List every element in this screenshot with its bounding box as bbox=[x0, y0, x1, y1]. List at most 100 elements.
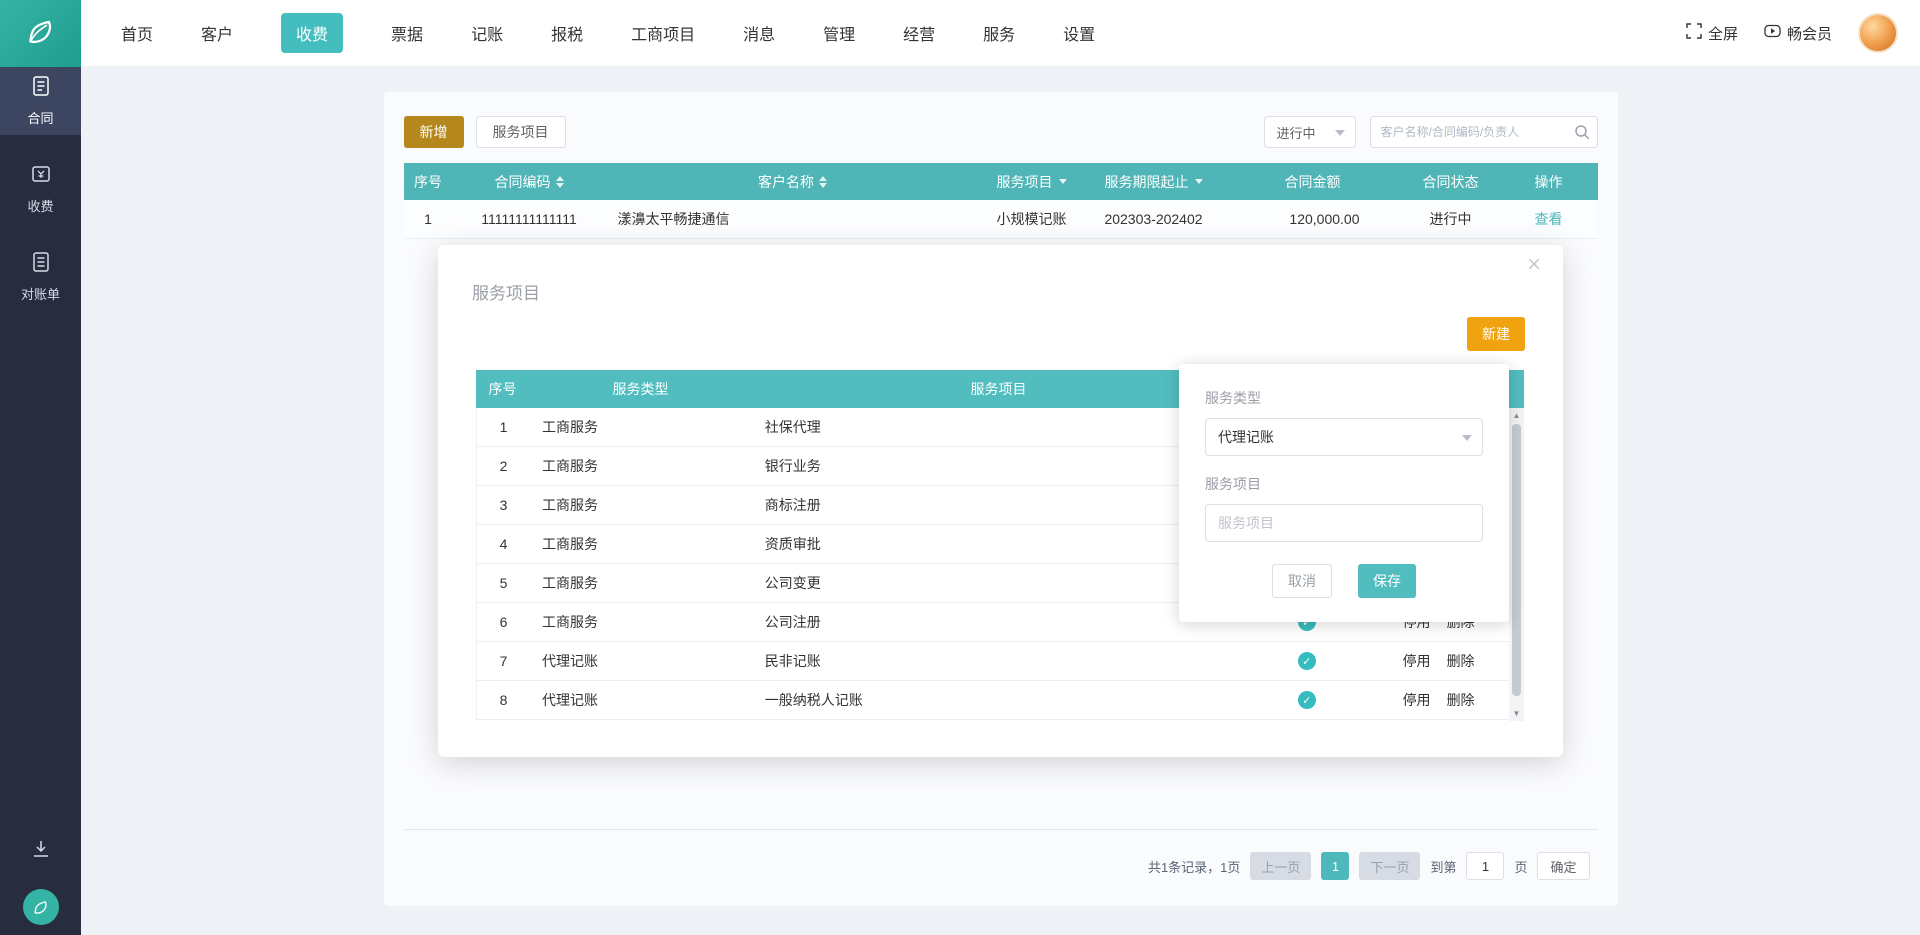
sort-icon[interactable] bbox=[819, 175, 827, 188]
cell-item: 资质审批 bbox=[764, 536, 821, 552]
cell-type: 工商服务 bbox=[541, 419, 598, 435]
delete-link[interactable]: 删除 bbox=[1447, 651, 1475, 671]
filter-caret-icon[interactable] bbox=[1058, 179, 1067, 184]
toolbar-right: 进行中 bbox=[1263, 116, 1598, 148]
nav-item-home[interactable]: 首页 bbox=[121, 21, 153, 45]
contracts-table: 序号 合同编码 客户名称 服务项目 服务期限起止 合同金额 合同状态 操作 1 … bbox=[403, 163, 1598, 239]
next-page-button[interactable]: 下一页 bbox=[1359, 852, 1421, 880]
download-icon[interactable] bbox=[30, 838, 52, 865]
filter-caret-icon[interactable] bbox=[1194, 179, 1203, 184]
sidebar-bottom bbox=[0, 838, 81, 935]
main-nav: 首页 客户 收费 票据 记账 报税 工商项目 消息 管理 经营 服务 设置 bbox=[121, 13, 1095, 53]
sidebar-item-label: 收费 bbox=[27, 199, 54, 214]
service-item-input[interactable] bbox=[1205, 504, 1483, 542]
topbar-right: 全屏 畅会员 bbox=[1686, 13, 1920, 53]
nav-item-operations[interactable]: 经营 bbox=[903, 21, 935, 45]
search-icon[interactable] bbox=[1574, 124, 1590, 145]
status-filter-select[interactable]: 进行中 bbox=[1263, 116, 1356, 148]
column-header-code[interactable]: 合同编码 bbox=[453, 172, 606, 192]
sidebar-item-statement[interactable]: 对账单 bbox=[0, 243, 81, 311]
sidebar-item-charge[interactable]: 收费 bbox=[0, 155, 81, 223]
view-link[interactable]: 查看 bbox=[1535, 209, 1563, 229]
nav-item-messages[interactable]: 消息 bbox=[743, 21, 775, 45]
disable-link[interactable]: 停用 bbox=[1403, 651, 1431, 671]
billing-icon bbox=[30, 163, 52, 190]
cancel-button[interactable]: 取消 bbox=[1272, 564, 1332, 598]
cell-type: 工商服务 bbox=[541, 575, 598, 591]
page-number-button[interactable]: 1 bbox=[1321, 852, 1350, 880]
sidebar: 合同 收费 对账单 bbox=[0, 67, 81, 935]
enabled-check-icon[interactable] bbox=[1297, 691, 1316, 709]
cell-type: 工商服务 bbox=[541, 458, 598, 474]
enabled-check-icon[interactable] bbox=[1297, 652, 1316, 670]
nav-item-bookkeeping[interactable]: 记账 bbox=[471, 21, 503, 45]
member-button[interactable]: 畅会员 bbox=[1764, 23, 1832, 44]
cell-no: 1 bbox=[424, 211, 432, 227]
cell-amount: 120,000.00 bbox=[1289, 211, 1360, 227]
nav-item-invoices[interactable]: 票据 bbox=[391, 21, 423, 45]
column-header-period[interactable]: 服务期限起止 bbox=[1084, 172, 1224, 192]
sidebar-item-label: 对账单 bbox=[20, 287, 60, 302]
leaf-logo-icon bbox=[23, 13, 59, 54]
prev-page-button[interactable]: 上一页 bbox=[1250, 852, 1312, 880]
save-button[interactable]: 保存 bbox=[1358, 564, 1416, 598]
scrollbar-thumb[interactable] bbox=[1512, 424, 1521, 696]
column-header-amount: 合同金额 bbox=[1284, 173, 1341, 190]
cell-status: 进行中 bbox=[1429, 211, 1472, 227]
nav-item-business-projects[interactable]: 工商项目 bbox=[631, 21, 695, 45]
service-type-select[interactable]: 代理记账 bbox=[1205, 418, 1483, 456]
disable-link[interactable]: 停用 bbox=[1403, 690, 1431, 710]
service-row: 8 代理记账 一般纳税人记账 停用 删除 bbox=[477, 681, 1524, 720]
column-header-service-item: 服务项目 bbox=[970, 381, 1027, 397]
status-filter-value: 进行中 bbox=[1276, 125, 1316, 141]
add-contract-button[interactable]: 新增 bbox=[403, 116, 464, 148]
statement-icon bbox=[30, 251, 52, 278]
table-row[interactable]: 1 11111111111111 漾濞太平畅捷通信 小规模记账 202303-2… bbox=[403, 200, 1598, 239]
nav-item-tax-filing[interactable]: 报税 bbox=[551, 21, 583, 45]
sidebar-item-label: 合同 bbox=[27, 111, 54, 126]
goto-page-input[interactable] bbox=[1466, 852, 1505, 880]
cell-item: 银行业务 bbox=[764, 458, 821, 474]
column-header-service[interactable]: 服务项目 bbox=[980, 172, 1084, 192]
chevron-down-icon bbox=[1334, 130, 1345, 136]
pagination: 共1条记录，1页 上一页 1 下一页 到第 页 确定 bbox=[403, 829, 1598, 906]
sort-icon[interactable] bbox=[555, 175, 564, 188]
nav-item-services[interactable]: 服务 bbox=[983, 21, 1015, 45]
cell-type: 工商服务 bbox=[541, 614, 598, 630]
service-items-button[interactable]: 服务项目 bbox=[475, 116, 566, 148]
nav-item-customers[interactable]: 客户 bbox=[201, 21, 233, 45]
main-content: 新增 服务项目 进行中 序号 bbox=[81, 67, 1920, 935]
avatar[interactable] bbox=[1858, 13, 1898, 53]
scroll-up-icon[interactable]: ▲ bbox=[1513, 411, 1521, 420]
cell-no: 1 bbox=[499, 419, 508, 435]
support-icon[interactable] bbox=[22, 889, 59, 925]
nav-item-settings[interactable]: 设置 bbox=[1063, 21, 1095, 45]
column-header-customer[interactable]: 客户名称 bbox=[606, 172, 980, 192]
cell-type: 工商服务 bbox=[541, 536, 598, 552]
cell-no: 4 bbox=[499, 536, 508, 552]
cell-no: 7 bbox=[499, 653, 508, 669]
service-type-value: 代理记账 bbox=[1218, 429, 1274, 445]
goto-prefix: 到第 bbox=[1430, 859, 1457, 875]
popover-buttons: 取消 保存 bbox=[1205, 564, 1483, 598]
logo[interactable] bbox=[0, 0, 81, 67]
cell-code: 11111111111111 bbox=[481, 211, 577, 227]
nav-item-charging[interactable]: 收费 bbox=[281, 13, 344, 53]
new-service-button[interactable]: 新建 bbox=[1467, 317, 1525, 351]
service-items-modal: × 服务项目 新建 序号 服务类型 服务项目 1 工商服务 社保代理 停用 bbox=[438, 245, 1563, 757]
cell-item: 社保代理 bbox=[764, 419, 821, 435]
sidebar-item-contract[interactable]: 合同 bbox=[0, 67, 81, 135]
nav-item-management[interactable]: 管理 bbox=[823, 21, 855, 45]
close-icon[interactable]: × bbox=[1527, 253, 1541, 277]
search-input[interactable] bbox=[1369, 116, 1598, 148]
scroll-down-icon[interactable]: ▼ bbox=[1513, 709, 1521, 718]
new-service-popover: 服务类型 代理记账 服务项目 取消 保存 bbox=[1179, 364, 1509, 622]
fullscreen-button[interactable]: 全屏 bbox=[1686, 23, 1738, 44]
record-summary: 共1条记录，1页 bbox=[1147, 859, 1241, 875]
delete-link[interactable]: 删除 bbox=[1447, 690, 1475, 710]
confirm-page-button[interactable]: 确定 bbox=[1537, 852, 1590, 880]
play-icon bbox=[1764, 23, 1781, 43]
scrollbar[interactable]: ▲ ▼ bbox=[1509, 408, 1524, 721]
fullscreen-icon bbox=[1686, 23, 1702, 43]
cell-item: 民非记账 bbox=[764, 653, 821, 669]
